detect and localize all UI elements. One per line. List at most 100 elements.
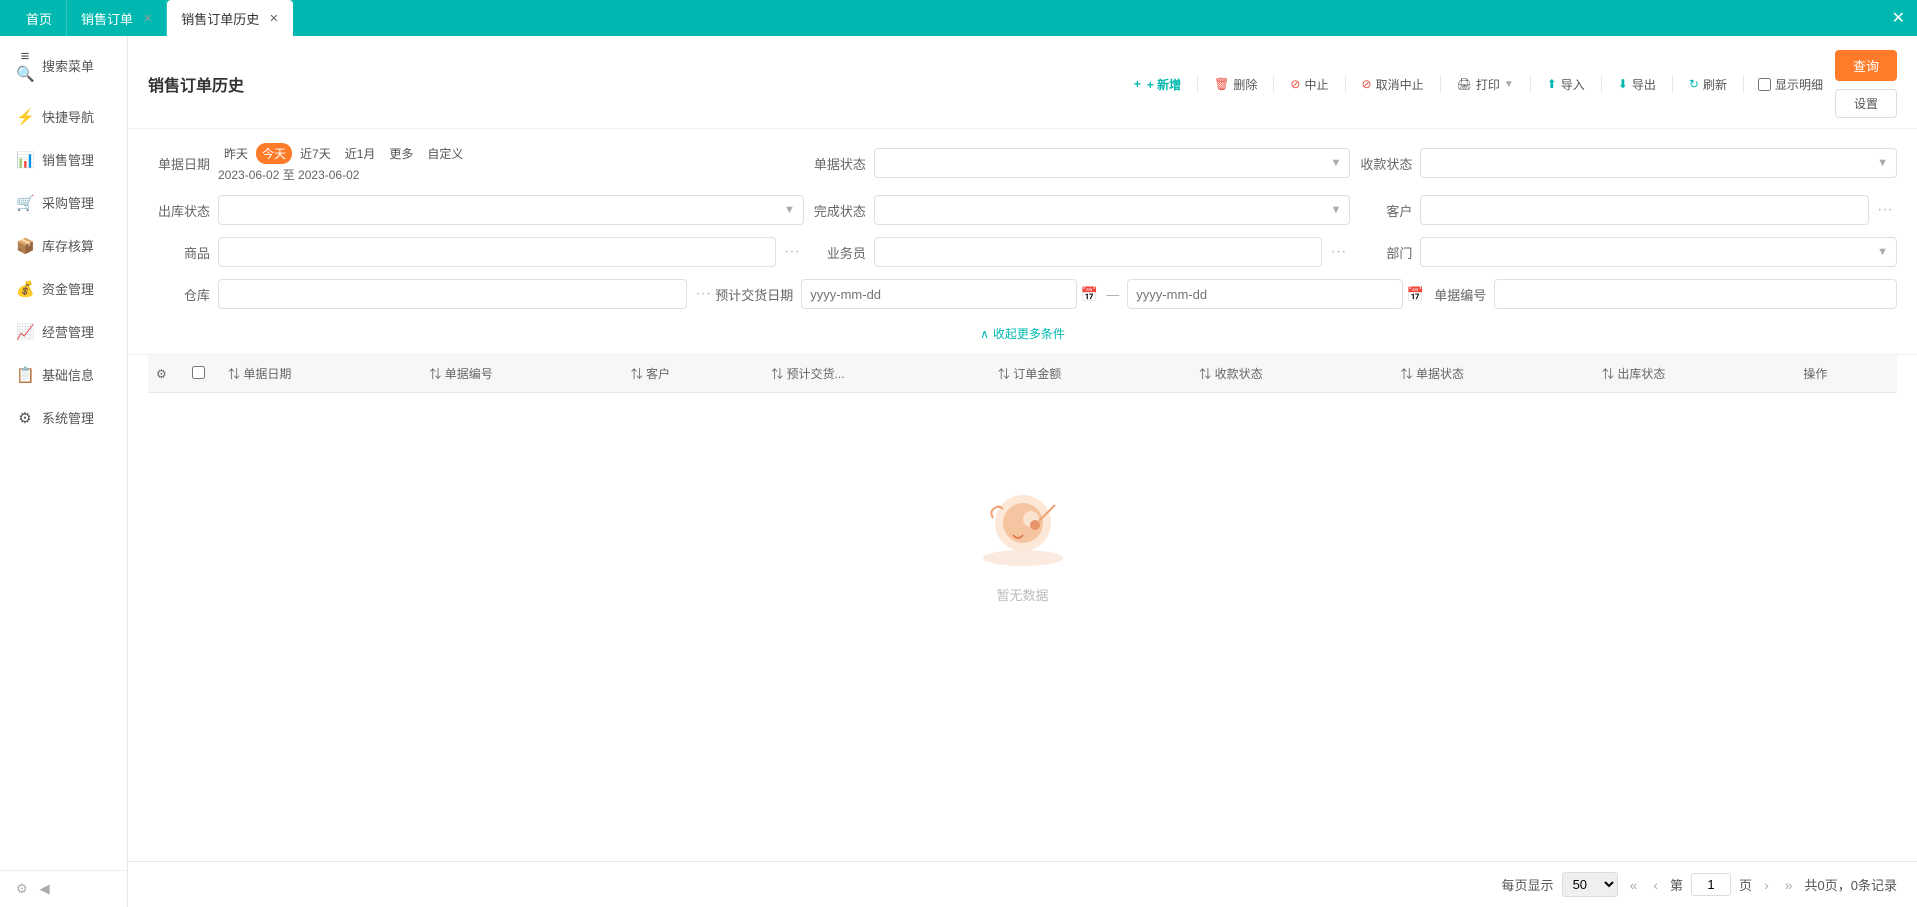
query-button[interactable]: 查询 bbox=[1835, 50, 1897, 81]
warehouse-filter-item: 仓库 ··· bbox=[148, 279, 715, 309]
th-outbound-status: ⇅ 出库状态 bbox=[1594, 355, 1795, 393]
first-page-button[interactable]: « bbox=[1626, 875, 1642, 895]
date-tag-more[interactable]: 更多 bbox=[383, 143, 419, 164]
delete-icon: 🗑 bbox=[1214, 77, 1229, 91]
sidebar-settings-icon[interactable]: ⚙ bbox=[16, 881, 28, 897]
current-page-input[interactable] bbox=[1691, 873, 1731, 896]
tab-home[interactable]: 首页 bbox=[12, 0, 67, 36]
department-arrow-icon: ▼ bbox=[1877, 246, 1888, 258]
customer-label: 客户 bbox=[1350, 201, 1420, 220]
sidebar-item-purchase-mgmt[interactable]: 🛒 采购管理 bbox=[0, 181, 127, 224]
complete-status-select[interactable]: ▼ bbox=[874, 195, 1351, 225]
stop-icon: ⊘ bbox=[1290, 77, 1300, 91]
divider-5 bbox=[1530, 75, 1531, 93]
product-more-icon[interactable]: ··· bbox=[780, 243, 804, 261]
table-footer: 每页显示 20 50 100 « ‹ 第 页 › » 共0页，0条记录 bbox=[128, 861, 1917, 907]
customer-more-icon[interactable]: ··· bbox=[1873, 201, 1897, 219]
table-settings-icon[interactable]: ⚙ bbox=[156, 367, 167, 381]
collapse-link[interactable]: ∧ 收起更多条件 bbox=[148, 321, 1897, 346]
salesperson-more-icon[interactable]: ··· bbox=[1326, 243, 1350, 261]
filter-row-2: 出库状态 ▼ 完成状态 ▼ bbox=[148, 195, 1897, 225]
top-bar-right: ✕ bbox=[1892, 8, 1905, 28]
calendar-end-icon[interactable]: 📅 bbox=[1407, 286, 1424, 303]
date-tag-row: 昨天 今天 近7天 近1月 更多 自定义 bbox=[218, 143, 469, 164]
delete-button[interactable]: 🗑 删除 bbox=[1204, 71, 1267, 98]
bill-status-label: 单据状态 bbox=[804, 154, 874, 173]
page-size-select[interactable]: 20 50 100 bbox=[1562, 872, 1618, 897]
expected-date-end[interactable] bbox=[1127, 279, 1403, 309]
table-header-row: ⚙ ⇅ 单据日期 ⇅ 单据编号 ⇅ 客户 bbox=[148, 355, 1897, 393]
close-window-button[interactable]: ✕ bbox=[1892, 8, 1905, 28]
divider-8 bbox=[1743, 75, 1744, 93]
th-checkbox bbox=[184, 355, 220, 393]
tab-sales-order[interactable]: 销售订单 ✕ bbox=[67, 0, 167, 36]
sidebar-item-ops-mgmt[interactable]: 📈 经营管理 bbox=[0, 310, 127, 353]
department-filter-item: 部门 ▼ bbox=[1350, 237, 1897, 267]
inventory-calc-icon: 📦 bbox=[16, 237, 34, 255]
sys-mgmt-icon: ⚙ bbox=[16, 409, 34, 427]
print-icon: 🖨 bbox=[1457, 77, 1472, 91]
sidebar-item-fund-mgmt[interactable]: 💰 资金管理 bbox=[0, 267, 127, 310]
empty-illustration bbox=[963, 473, 1083, 573]
warehouse-input[interactable] bbox=[218, 279, 687, 309]
product-input[interactable] bbox=[218, 237, 776, 267]
page-word: 第 bbox=[1670, 875, 1683, 894]
display-detail-checkbox[interactable] bbox=[1758, 78, 1771, 91]
date-tag-7days[interactable]: 近7天 bbox=[294, 143, 337, 164]
customer-input[interactable] bbox=[1420, 195, 1869, 225]
new-button[interactable]: + + 新增 bbox=[1124, 71, 1191, 98]
warehouse-label: 仓库 bbox=[148, 285, 218, 304]
expected-date-start[interactable] bbox=[801, 279, 1077, 309]
warehouse-control: ··· bbox=[218, 279, 715, 309]
salesperson-label: 业务员 bbox=[804, 243, 874, 262]
date-range-text: 2023-06-02 至 2023-06-02 bbox=[218, 166, 469, 183]
tab-sales-order-history[interactable]: 销售订单历史 ✕ bbox=[167, 0, 293, 36]
date-tag-1month[interactable]: 近1月 bbox=[339, 143, 382, 164]
receipt-status-label: 收款状态 bbox=[1350, 154, 1420, 173]
sidebar-item-search-menu[interactable]: ≡🔍 搜索菜单 bbox=[0, 36, 127, 95]
empty-state: 暂无数据 bbox=[148, 393, 1897, 684]
stop-button[interactable]: ⊘ 中止 bbox=[1280, 71, 1338, 98]
date-tag-today[interactable]: 今天 bbox=[256, 143, 292, 164]
toolbar: + + 新增 🗑 删除 ⊘ 中止 ⊘ 取消中止 bbox=[1124, 50, 1897, 118]
export-button[interactable]: ⬇ 导出 bbox=[1608, 71, 1666, 98]
last-page-button[interactable]: » bbox=[1781, 875, 1797, 895]
sidebar-item-basic-info[interactable]: 📋 基础信息 bbox=[0, 353, 127, 396]
close-history-tab[interactable]: ✕ bbox=[269, 12, 278, 25]
prev-page-button[interactable]: ‹ bbox=[1649, 875, 1662, 895]
date-tag-yesterday[interactable]: 昨天 bbox=[218, 143, 254, 164]
settings-button[interactable]: 设置 bbox=[1835, 89, 1897, 118]
date-control: 昨天 今天 近7天 近1月 更多 自定义 2023-06-02 至 2023-0… bbox=[218, 143, 804, 183]
sidebar-item-inventory-calc[interactable]: 📦 库存核算 bbox=[0, 224, 127, 267]
date-tag-custom[interactable]: 自定义 bbox=[421, 143, 469, 164]
refresh-button[interactable]: ↻ 刷新 bbox=[1679, 71, 1737, 98]
sidebar-item-sales-mgmt[interactable]: 📊 销售管理 bbox=[0, 138, 127, 181]
filter-row-3: 商品 ··· 业务员 ··· 部门 bbox=[148, 237, 1897, 267]
receipt-status-arrow-icon: ▼ bbox=[1877, 157, 1888, 169]
sidebar-item-sys-mgmt[interactable]: ⚙ 系统管理 bbox=[0, 396, 127, 439]
sidebar-item-quick-nav[interactable]: ⚡ 快捷导航 bbox=[0, 95, 127, 138]
outbound-status-select[interactable]: ▼ bbox=[218, 195, 804, 225]
select-all-checkbox[interactable] bbox=[192, 366, 205, 379]
purchase-mgmt-icon: 🛒 bbox=[16, 194, 34, 212]
bill-status-select[interactable]: ▼ bbox=[874, 148, 1351, 178]
bill-status-control: ▼ bbox=[874, 148, 1351, 178]
department-select[interactable]: ▼ bbox=[1420, 237, 1897, 267]
bill-number-input[interactable] bbox=[1494, 279, 1897, 309]
import-button[interactable]: ⬆ 导入 bbox=[1537, 71, 1595, 98]
total-records-text: 共0页，0条记录 bbox=[1805, 875, 1897, 894]
table-area: ⚙ ⇅ 单据日期 ⇅ 单据编号 ⇅ 客户 bbox=[128, 355, 1917, 861]
sidebar-collapse-icon[interactable]: ◀ bbox=[40, 881, 50, 897]
outbound-status-arrow-icon: ▼ bbox=[784, 204, 795, 216]
content-area: 销售订单历史 + + 新增 🗑 删除 ⊘ 中止 ⊘ bbox=[128, 36, 1917, 907]
calendar-start-icon[interactable]: 📅 bbox=[1081, 286, 1098, 303]
close-sales-order-tab[interactable]: ✕ bbox=[143, 12, 152, 25]
next-page-button[interactable]: › bbox=[1760, 875, 1773, 895]
outbound-status-label: 出库状态 bbox=[148, 201, 218, 220]
salesperson-input[interactable] bbox=[874, 237, 1323, 267]
sidebar-bottom: ⚙ ◀ bbox=[0, 870, 127, 907]
receipt-status-select[interactable]: ▼ bbox=[1420, 148, 1897, 178]
print-button[interactable]: 🖨 打印 ▼ bbox=[1447, 71, 1524, 98]
cancel-stop-button[interactable]: ⊘ 取消中止 bbox=[1352, 71, 1434, 98]
warehouse-more-icon[interactable]: ··· bbox=[691, 285, 715, 303]
